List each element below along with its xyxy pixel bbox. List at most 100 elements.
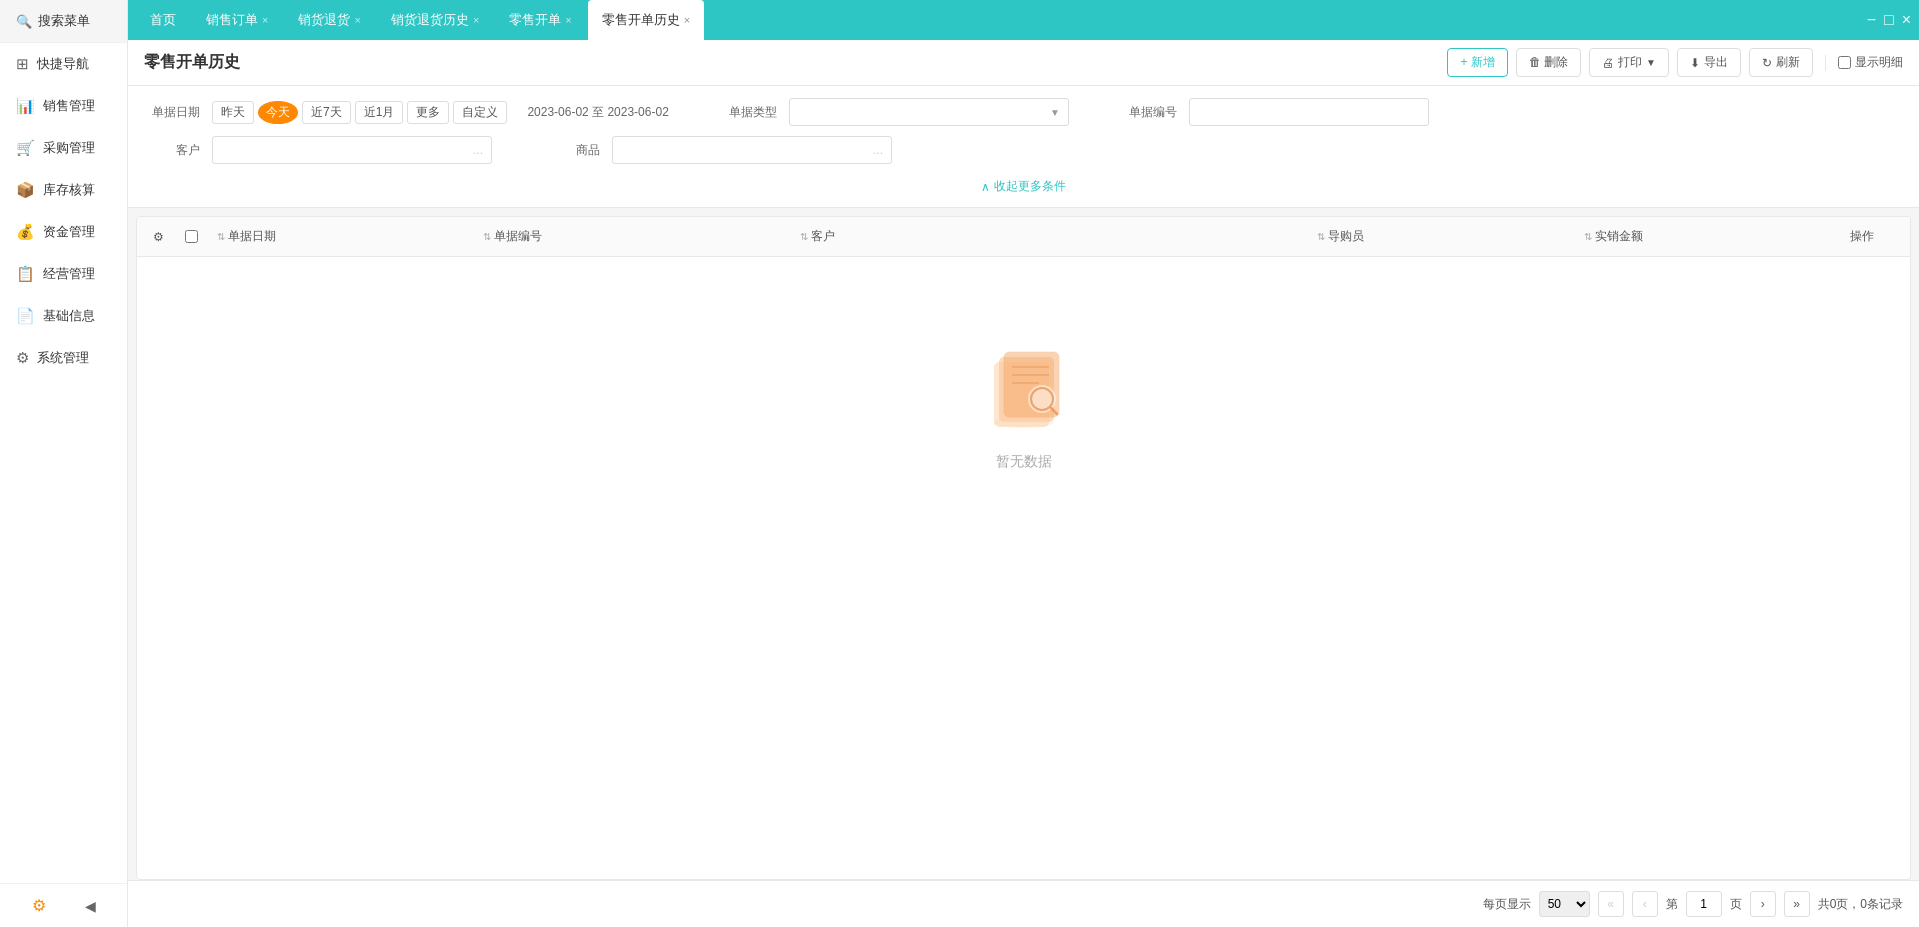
customer-filter-label: 客户 [144,142,200,159]
sidebar-search[interactable]: 🔍 搜索菜单 [0,0,127,43]
tabs-right-controls: − □ × [1867,11,1911,29]
th-date[interactable]: ⇅ 单据日期 [209,228,475,245]
content-area: 零售开单历史 + 新增 🗑 删除 🖨 打印 ▼ ⬇ 导出 ↻ 刷新 显示明细 [128,40,1919,927]
th-check[interactable] [177,230,209,243]
sidebar-item-label: 库存核算 [43,181,95,199]
tab-home-label: 首页 [150,11,176,29]
export-icon: ⬇ [1690,56,1700,70]
tab-sales-order-label: 销售订单 [206,11,258,29]
print-button[interactable]: 🖨 打印 ▼ [1589,48,1669,77]
table-area: ⚙ ⇅ 单据日期 ⇅ 单据编号 ⇅ 客户 ⇅ [136,216,1911,880]
basic-info-icon: 📄 [16,307,35,325]
empty-state: 暂无数据 [137,257,1910,551]
settings-bottom-icon[interactable]: ⚙ [32,896,46,915]
tab-sales-order-close[interactable]: × [262,14,268,26]
th-no[interactable]: ⇅ 单据编号 [475,228,792,245]
sidebar-item-label: 快捷导航 [37,55,89,73]
collapse-button[interactable]: ∧ 收起更多条件 [981,178,1066,195]
print-icon: 🖨 [1602,56,1614,70]
main-area: 首页 销售订单 × 销货退货 × 销货退货历史 × 零售开单 × 零售开单历史 … [128,0,1919,927]
tab-retail-open-history[interactable]: 零售开单历史 × [588,0,704,40]
th-guide-label: 导购员 [1328,228,1364,245]
th-action-label: 操作 [1850,228,1874,245]
no-filter-label: 单据编号 [1121,104,1177,121]
page-suffix: 页 [1730,896,1742,913]
per-page-select[interactable]: 50 10 20 100 [1539,891,1590,917]
type-select-arrow: ▼ [1050,107,1060,118]
date-btn-7days[interactable]: 近7天 [302,101,351,124]
collapse-label: 收起更多条件 [994,178,1066,195]
show-detail-input[interactable] [1838,56,1851,69]
total-label: 共0页，0条记录 [1818,896,1903,913]
filter-collapse-row: ∧ 收起更多条件 [144,174,1903,195]
tab-retail-open-history-close[interactable]: × [684,14,690,26]
sidebar-item-finance[interactable]: 💰 资金管理 [0,211,127,253]
page-number-input[interactable] [1686,891,1722,917]
tab-home[interactable]: 首页 [136,0,190,40]
window-max-button[interactable]: □ [1884,11,1894,29]
page-prev-button[interactable]: ‹ [1632,891,1658,917]
tab-retail-open-close[interactable]: × [565,14,571,26]
date-btn-more[interactable]: 更多 [407,101,449,124]
no-filter-input[interactable] [1189,98,1429,126]
tab-sales-return-history-close[interactable]: × [473,14,479,26]
date-btn-1month[interactable]: 近1月 [355,101,404,124]
th-customer[interactable]: ⇅ 客户 [792,228,1309,245]
page-title: 零售开单历史 [144,52,240,73]
sidebar-item-purchase-mgmt[interactable]: 🛒 采购管理 [0,127,127,169]
toolbar: 零售开单历史 + 新增 🗑 删除 🖨 打印 ▼ ⬇ 导出 ↻ 刷新 显示明细 [128,40,1919,86]
goods-filter-label: 商品 [544,142,600,159]
tab-sales-return-close[interactable]: × [354,14,360,26]
page-next-button[interactable]: › [1750,891,1776,917]
tab-sales-return[interactable]: 销货退货 × [284,0,374,40]
page-last-button[interactable]: » [1784,891,1810,917]
refresh-button[interactable]: ↻ 刷新 [1749,48,1813,77]
sidebar-search-label: 搜索菜单 [38,12,90,30]
window-min-button[interactable]: − [1867,11,1876,29]
date-btn-yesterday[interactable]: 昨天 [212,101,254,124]
tab-retail-open[interactable]: 零售开单 × [495,0,585,40]
goods-dots: ... [873,143,883,157]
page-first-button[interactable]: « [1598,891,1624,917]
sidebar-item-label: 基础信息 [43,307,95,325]
sidebar-item-ops-mgmt[interactable]: 📋 经营管理 [0,253,127,295]
sidebar-item-label: 销售管理 [43,97,95,115]
select-all-checkbox[interactable] [185,230,198,243]
tab-sales-order[interactable]: 销售订单 × [192,0,282,40]
sort-icon: ⇅ [483,231,491,242]
date-btn-custom[interactable]: 自定义 [453,101,507,124]
sidebar-item-inventory[interactable]: 📦 库存核算 [0,169,127,211]
sidebar-item-sys-mgmt[interactable]: ⚙ 系统管理 [0,337,127,379]
filter-area: 单据日期 昨天 今天 近7天 近1月 更多 自定义 2023-06-02 至 2… [128,86,1919,208]
sidebar-item-quick-nav[interactable]: ⊞ 快捷导航 [0,43,127,85]
th-date-label: 单据日期 [228,228,276,245]
sidebar-bottom: ⚙ ◀ [0,883,127,927]
delete-button[interactable]: 🗑 删除 [1516,48,1581,77]
th-settings[interactable]: ⚙ [145,230,177,244]
tab-retail-open-history-label: 零售开单历史 [602,11,680,29]
tab-sales-return-history[interactable]: 销货退货历史 × [377,0,493,40]
sidebar-collapse-icon[interactable]: ◀ [85,898,96,914]
show-detail-checkbox[interactable]: 显示明细 [1838,54,1903,71]
window-close-button[interactable]: × [1902,11,1911,29]
tab-sales-return-label: 销货退货 [298,11,350,29]
empty-illustration [974,337,1074,437]
pagination: 每页显示 50 10 20 100 « ‹ 第 页 › » 共0页，0条记录 [128,880,1919,927]
th-customer-label: 客户 [811,228,835,245]
customer-filter-select[interactable]: ... [212,136,492,164]
tab-sales-return-history-label: 销货退货历史 [391,11,469,29]
th-amount[interactable]: ⇅ 实销金额 [1576,228,1842,245]
sys-icon: ⚙ [16,349,29,367]
date-btn-today[interactable]: 今天 [258,101,298,124]
collapse-icon: ∧ [981,180,990,194]
type-filter-select[interactable]: ▼ [789,98,1069,126]
th-guide[interactable]: ⇅ 导购员 [1309,228,1575,245]
empty-text: 暂无数据 [996,453,1052,471]
goods-filter-select[interactable]: ... [612,136,892,164]
th-no-label: 单据编号 [494,228,542,245]
export-button[interactable]: ⬇ 导出 [1677,48,1741,77]
add-button[interactable]: + 新增 [1447,48,1507,77]
sidebar-item-basic-info[interactable]: 📄 基础信息 [0,295,127,337]
sidebar-item-sales-mgmt[interactable]: 📊 销售管理 [0,85,127,127]
sort-icon: ⇅ [1584,231,1592,242]
